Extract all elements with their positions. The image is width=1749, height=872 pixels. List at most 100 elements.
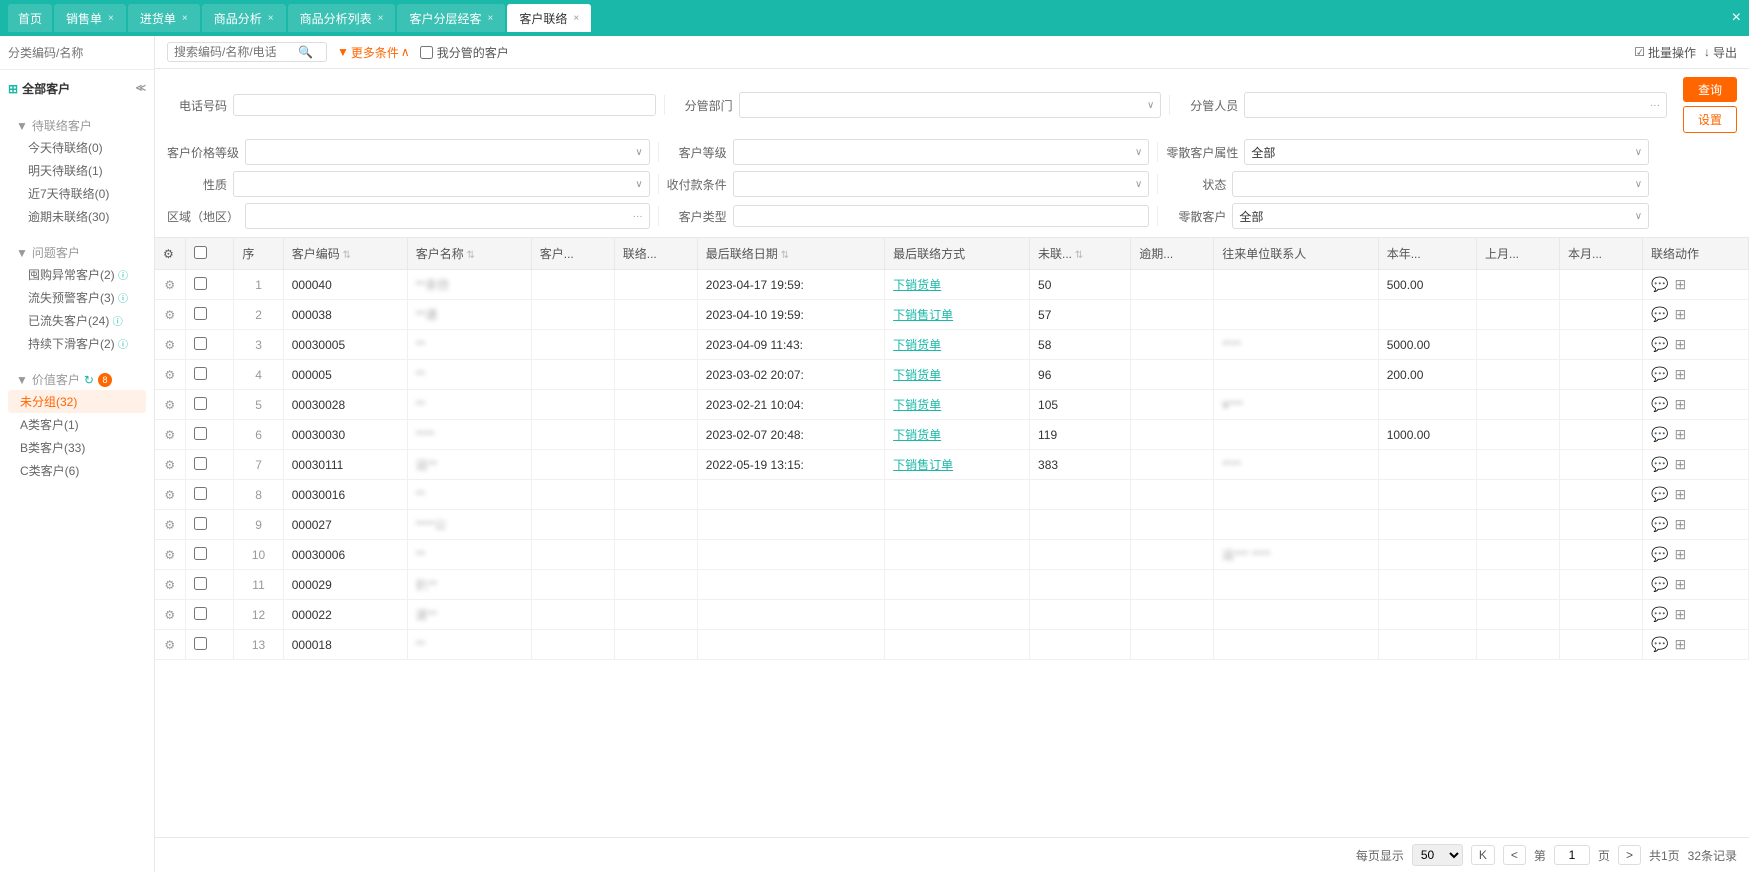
gear-cell[interactable]: ⚙ — [155, 270, 185, 300]
prev-page-button[interactable]: < — [1503, 845, 1526, 865]
tab-product-analysis-list[interactable]: 商品分析列表 × — [288, 4, 396, 32]
sidebar-item-7days[interactable]: 近7天待联络(0) — [8, 182, 146, 205]
row-checkbox[interactable] — [194, 457, 207, 470]
reset-button[interactable]: 设置 — [1683, 106, 1737, 133]
check-cell[interactable] — [185, 390, 234, 420]
tab-home[interactable]: 首页 — [8, 4, 52, 32]
name-col-header[interactable]: 客户名称 — [407, 238, 531, 270]
sidebar-item-class-b[interactable]: B类客户(33) — [8, 436, 146, 459]
message-icon[interactable]: 💬 — [1651, 456, 1668, 473]
grid-action-icon[interactable]: ⊞ — [1674, 306, 1686, 323]
last-method-link[interactable]: 下销售订单 — [893, 308, 953, 322]
close-purchase-icon[interactable]: × — [182, 13, 188, 24]
grid-action-icon[interactable]: ⊞ — [1674, 276, 1686, 293]
check-cell[interactable] — [185, 450, 234, 480]
gear-cell[interactable]: ⚙ — [155, 570, 185, 600]
code-col-header[interactable]: 客户编码 — [283, 238, 407, 270]
last-method-link[interactable]: 下销货单 — [893, 398, 941, 412]
last-method-link[interactable]: 下销货单 — [893, 428, 941, 442]
last-method-link[interactable]: 下销售订单 — [893, 458, 953, 472]
tab-sales[interactable]: 销售单 × — [54, 4, 126, 32]
close-sales-icon[interactable]: × — [108, 13, 114, 24]
last-date-col-header[interactable]: 最后联络日期 — [697, 238, 884, 270]
grid-action-icon[interactable]: ⊞ — [1674, 606, 1686, 623]
check-cell[interactable] — [185, 300, 234, 330]
select-all-checkbox[interactable] — [194, 246, 207, 259]
last-method-cell[interactable]: 下销货单 — [885, 360, 1030, 390]
row-checkbox[interactable] — [194, 487, 207, 500]
price-grade-select[interactable]: ∨ — [245, 139, 650, 165]
tab-customer-contact[interactable]: 客户联络 × — [507, 4, 591, 32]
message-icon[interactable]: 💬 — [1651, 486, 1668, 503]
page-input[interactable] — [1554, 845, 1590, 865]
row-checkbox[interactable] — [194, 397, 207, 410]
batch-ops-button[interactable]: ☑ 批量操作 — [1634, 44, 1696, 61]
message-icon[interactable]: 💬 — [1651, 426, 1668, 443]
message-icon[interactable]: 💬 — [1651, 306, 1668, 323]
row-checkbox[interactable] — [194, 637, 207, 650]
last-method-cell[interactable]: 下销货单 — [885, 270, 1030, 300]
no-contact-col-header[interactable]: 未联... — [1030, 238, 1131, 270]
close-product-icon[interactable]: × — [268, 13, 274, 24]
sidebar-item-declining[interactable]: 持续下滑客户(2) ⓘ — [8, 332, 146, 355]
tab-customer-segment[interactable]: 客户分层经客 × — [397, 4, 505, 32]
region-select[interactable]: ··· — [245, 203, 650, 229]
retail-cust-select[interactable]: 全部 ∨ — [1232, 203, 1649, 229]
row-checkbox[interactable] — [194, 307, 207, 320]
last-method-cell[interactable]: 下销售订单 — [885, 300, 1030, 330]
grid-action-icon[interactable]: ⊞ — [1674, 336, 1686, 353]
last-method-link[interactable]: 下销货单 — [893, 278, 941, 292]
message-icon[interactable]: 💬 — [1651, 636, 1668, 653]
message-icon[interactable]: 💬 — [1651, 276, 1668, 293]
grid-action-icon[interactable]: ⊞ — [1674, 546, 1686, 563]
cust-type-input[interactable] — [733, 205, 1150, 227]
close-customer-contact-icon[interactable]: × — [573, 13, 579, 24]
search-input[interactable] — [174, 45, 294, 59]
close-product-list-icon[interactable]: × — [378, 13, 384, 24]
check-cell[interactable] — [185, 420, 234, 450]
message-icon[interactable]: 💬 — [1651, 546, 1668, 563]
last-method-cell[interactable] — [885, 510, 1030, 540]
last-method-link[interactable]: 下销货单 — [893, 368, 941, 382]
gear-cell[interactable]: ⚙ — [155, 450, 185, 480]
grid-action-icon[interactable]: ⊞ — [1674, 456, 1686, 473]
check-cell[interactable] — [185, 360, 234, 390]
last-method-cell[interactable]: 下销货单 — [885, 420, 1030, 450]
refresh-icon[interactable]: ↻ — [84, 373, 94, 387]
cust-grade-select[interactable]: ∨ — [733, 139, 1150, 165]
query-button[interactable]: 查询 — [1683, 77, 1737, 102]
message-icon[interactable]: 💬 — [1651, 606, 1668, 623]
grid-action-icon[interactable]: ⊞ — [1674, 396, 1686, 413]
check-col-header[interactable] — [185, 238, 234, 270]
dept-select[interactable]: ∨ — [739, 92, 1162, 118]
check-cell[interactable] — [185, 480, 234, 510]
check-cell[interactable] — [185, 630, 234, 660]
last-method-cell[interactable] — [885, 600, 1030, 630]
page-size-select[interactable]: 50 20 100 — [1412, 844, 1463, 866]
sidebar-search-input[interactable] — [8, 46, 155, 60]
gear-cell[interactable]: ⚙ — [155, 330, 185, 360]
row-checkbox[interactable] — [194, 427, 207, 440]
my-customers-checkbox[interactable] — [420, 46, 433, 59]
gear-cell[interactable]: ⚙ — [155, 300, 185, 330]
tab-purchase[interactable]: 进货单 × — [128, 4, 200, 32]
grid-action-icon[interactable]: ⊞ — [1674, 636, 1686, 653]
row-checkbox[interactable] — [194, 547, 207, 560]
last-method-cell[interactable] — [885, 540, 1030, 570]
search-submit-icon[interactable]: 🔍 — [298, 45, 313, 59]
sidebar-problem-group-label[interactable]: ▼ 问题客户 — [8, 240, 146, 263]
last-method-link[interactable]: 下销货单 — [893, 338, 941, 352]
last-method-cell[interactable] — [885, 630, 1030, 660]
message-icon[interactable]: 💬 — [1651, 576, 1668, 593]
next-page-button[interactable]: > — [1618, 845, 1641, 865]
last-method-cell[interactable] — [885, 480, 1030, 510]
row-checkbox[interactable] — [194, 277, 207, 290]
row-checkbox[interactable] — [194, 607, 207, 620]
check-cell[interactable] — [185, 270, 234, 300]
status-select[interactable]: ∨ — [1232, 171, 1649, 197]
first-page-button[interactable]: K — [1471, 845, 1495, 865]
last-method-cell[interactable]: 下销售订单 — [885, 450, 1030, 480]
sidebar-item-class-a[interactable]: A类客户(1) — [8, 413, 146, 436]
gear-cell[interactable]: ⚙ — [155, 420, 185, 450]
gear-cell[interactable]: ⚙ — [155, 390, 185, 420]
